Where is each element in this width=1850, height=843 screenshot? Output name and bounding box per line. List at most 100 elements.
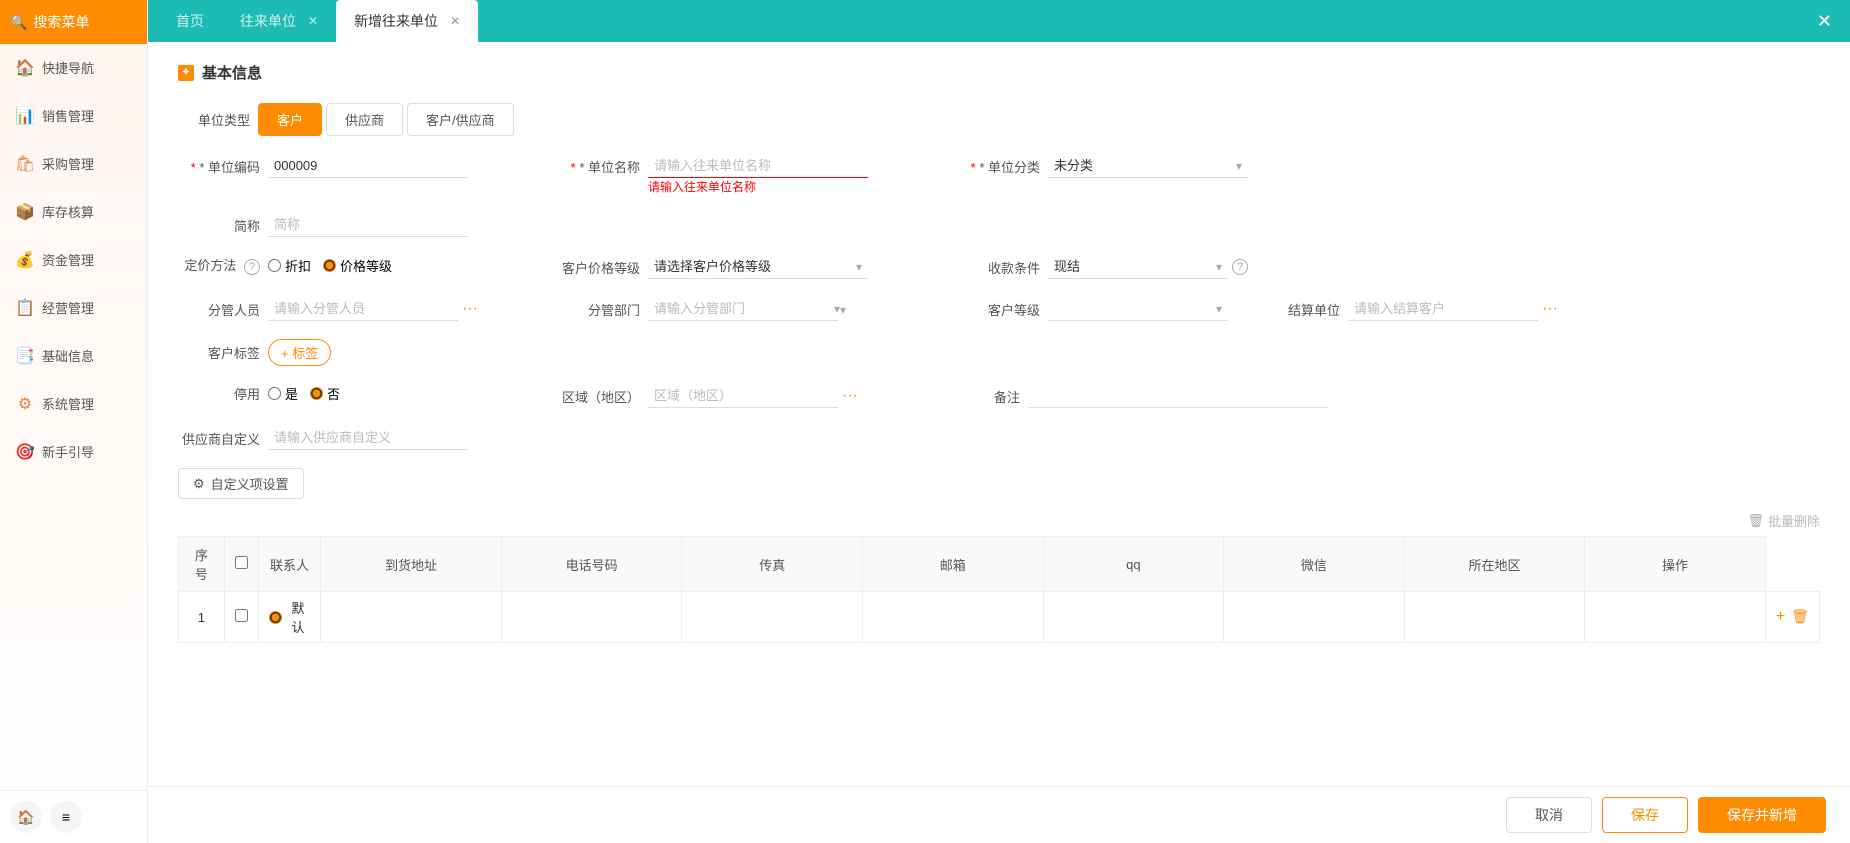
- row-input-4[interactable]: [512, 610, 672, 625]
- sidebar-label-basic: 基础信息: [42, 346, 94, 365]
- region-more-button[interactable]: ···: [838, 387, 862, 405]
- remark-input[interactable]: [1028, 384, 1328, 408]
- pricing-row: 定价方法 ? 折扣 价格等级 客户价格等级: [178, 255, 1820, 279]
- row-cell-4[interactable]: [501, 592, 682, 643]
- table-header-4: 电话号码: [501, 537, 682, 592]
- payment-terms-select[interactable]: 现结: [1048, 255, 1228, 279]
- discount-radio[interactable]: [268, 259, 281, 272]
- purchase-icon: 🛍: [16, 155, 34, 173]
- search-menu-button[interactable]: 🔍 搜索菜单: [0, 0, 147, 44]
- unit-category-select-wrap[interactable]: 未分类: [1048, 154, 1248, 178]
- customer-tag-row: 客户标签 + 标签: [178, 339, 1820, 366]
- row-cell-3[interactable]: [321, 592, 502, 643]
- sidebar-item-system[interactable]: ⚙ 系统管理: [0, 380, 147, 428]
- expand-icon[interactable]: ≡: [50, 801, 82, 833]
- sidebar-item-newbie[interactable]: 🎯 新手引导: [0, 428, 147, 476]
- disable-yes-label[interactable]: 是: [268, 384, 298, 403]
- close-tab-partner[interactable]: ✕: [308, 14, 318, 28]
- unit-type-both-button[interactable]: 客户/供应商: [407, 103, 514, 136]
- region-input[interactable]: [648, 384, 838, 408]
- row-input-6[interactable]: [873, 610, 1033, 625]
- department-input[interactable]: [648, 297, 838, 321]
- customer-price-level-select-wrap[interactable]: 请选择客户价格等级: [648, 255, 868, 279]
- tab-home[interactable]: 首页: [158, 0, 222, 42]
- supplier-custom-input[interactable]: [268, 426, 468, 450]
- unit-code-input[interactable]: [268, 154, 468, 178]
- settlement-more-button[interactable]: ···: [1538, 300, 1562, 318]
- sidebar-item-sales[interactable]: 📊 销售管理: [0, 92, 147, 140]
- short-name-input[interactable]: [268, 213, 468, 237]
- sidebar-item-basic[interactable]: 📑 基础信息: [0, 332, 147, 380]
- save-new-button[interactable]: 保存并新增: [1698, 797, 1826, 833]
- row-cell-7[interactable]: [1043, 592, 1224, 643]
- custom-settings-button[interactable]: ⚙ 自定义项设置: [178, 468, 304, 499]
- disable-no-radio[interactable]: [310, 387, 323, 400]
- unit-category-field: * * 单位分类 未分类: [958, 154, 1338, 178]
- row-cell-9[interactable]: [1404, 592, 1585, 643]
- select-all-checkbox[interactable]: [235, 556, 248, 569]
- pricing-help-icon[interactable]: ?: [244, 259, 260, 275]
- close-all-tabs-button[interactable]: ✕: [1809, 11, 1840, 32]
- sidebar-item-inventory[interactable]: 📦 库存核算: [0, 188, 147, 236]
- home-bottom-icon[interactable]: 🏠: [10, 801, 42, 833]
- disable-no-label[interactable]: 否: [310, 384, 340, 403]
- form-content: ✦ 基本信息 单位类型 客户供应商客户/供应商 * * 单位编码 * * 单位名…: [148, 42, 1850, 786]
- supplier-custom-field: 供应商自定义: [178, 426, 1820, 450]
- close-tab-new-partner[interactable]: ✕: [450, 14, 460, 28]
- table-header-3: 到货地址: [321, 537, 502, 592]
- row-cell-6[interactable]: [862, 592, 1043, 643]
- row-default-text: 默认: [286, 598, 311, 636]
- sidebar-label-purchase: 采购管理: [42, 154, 94, 173]
- discount-radio-label[interactable]: 折扣: [268, 256, 311, 275]
- row-input-3[interactable]: [331, 610, 491, 625]
- row-cell-8[interactable]: [1224, 592, 1405, 643]
- manager-label: 分管人员: [178, 300, 268, 319]
- row-default-label[interactable]: 默认: [269, 598, 311, 636]
- add-tag-button[interactable]: + 标签: [268, 339, 331, 366]
- row-add-button[interactable]: +: [1776, 608, 1785, 625]
- manager-more-button[interactable]: ···: [458, 300, 482, 318]
- pricing-method-field: 定价方法 ? 折扣 价格等级: [178, 255, 558, 275]
- unit-type-customer-button[interactable]: 客户: [258, 103, 322, 136]
- customer-price-level-select[interactable]: 请选择客户价格等级: [648, 255, 868, 279]
- footer: 取消 保存 保存并新增: [148, 786, 1850, 843]
- grade-radio-label[interactable]: 价格等级: [323, 256, 392, 275]
- payment-terms-select-wrap[interactable]: 现结: [1048, 255, 1228, 279]
- batch-delete-label[interactable]: 批量删除: [1768, 511, 1820, 530]
- unit-category-select[interactable]: 未分类: [1048, 154, 1248, 178]
- row-default-radio[interactable]: [269, 611, 282, 624]
- table-header-1: [224, 537, 258, 592]
- row-input-10[interactable]: [1595, 610, 1755, 625]
- sidebar-item-finance[interactable]: 💰 资金管理: [0, 236, 147, 284]
- disable-yes-radio[interactable]: [268, 387, 281, 400]
- row-input-5[interactable]: [692, 610, 852, 625]
- manager-input[interactable]: [268, 297, 458, 321]
- tab-partner[interactable]: 往来单位✕: [222, 0, 336, 42]
- row-input-9[interactable]: [1415, 610, 1575, 625]
- sidebar-item-quick-nav[interactable]: 🏠 快捷导航: [0, 44, 147, 92]
- system-icon: ⚙: [16, 395, 34, 413]
- cancel-button[interactable]: 取消: [1506, 797, 1592, 833]
- settlement-input[interactable]: [1348, 297, 1538, 321]
- customer-level-select-wrap[interactable]: [1048, 297, 1228, 321]
- sidebar-item-operations[interactable]: 📋 经营管理: [0, 284, 147, 332]
- save-button[interactable]: 保存: [1602, 797, 1688, 833]
- unit-name-input[interactable]: [648, 154, 868, 178]
- row-delete-button[interactable]: 🗑: [1791, 608, 1809, 624]
- payment-terms-field: 收款条件 现结 ?: [958, 255, 1338, 279]
- tab-new-partner[interactable]: 新增往来单位✕: [336, 0, 478, 42]
- sidebar-label-sales: 销售管理: [42, 106, 94, 125]
- row-checkbox[interactable]: [235, 609, 248, 622]
- tab-bar: 首页往来单位✕新增往来单位✕ ✕: [148, 0, 1850, 42]
- disable-field: 停用 是 否: [178, 384, 558, 403]
- grade-radio[interactable]: [323, 259, 336, 272]
- payment-help-icon[interactable]: ?: [1232, 259, 1248, 275]
- customer-level-select[interactable]: [1048, 297, 1228, 321]
- row-cell-10[interactable]: [1585, 592, 1766, 643]
- department-select-arrow[interactable]: ▾: [838, 302, 846, 317]
- sidebar-item-purchase[interactable]: 🛍 采购管理: [0, 140, 147, 188]
- row-input-8[interactable]: [1234, 610, 1394, 625]
- row-cell-5[interactable]: [682, 592, 863, 643]
- unit-type-supplier-button[interactable]: 供应商: [326, 103, 403, 136]
- row-input-7[interactable]: [1054, 610, 1214, 625]
